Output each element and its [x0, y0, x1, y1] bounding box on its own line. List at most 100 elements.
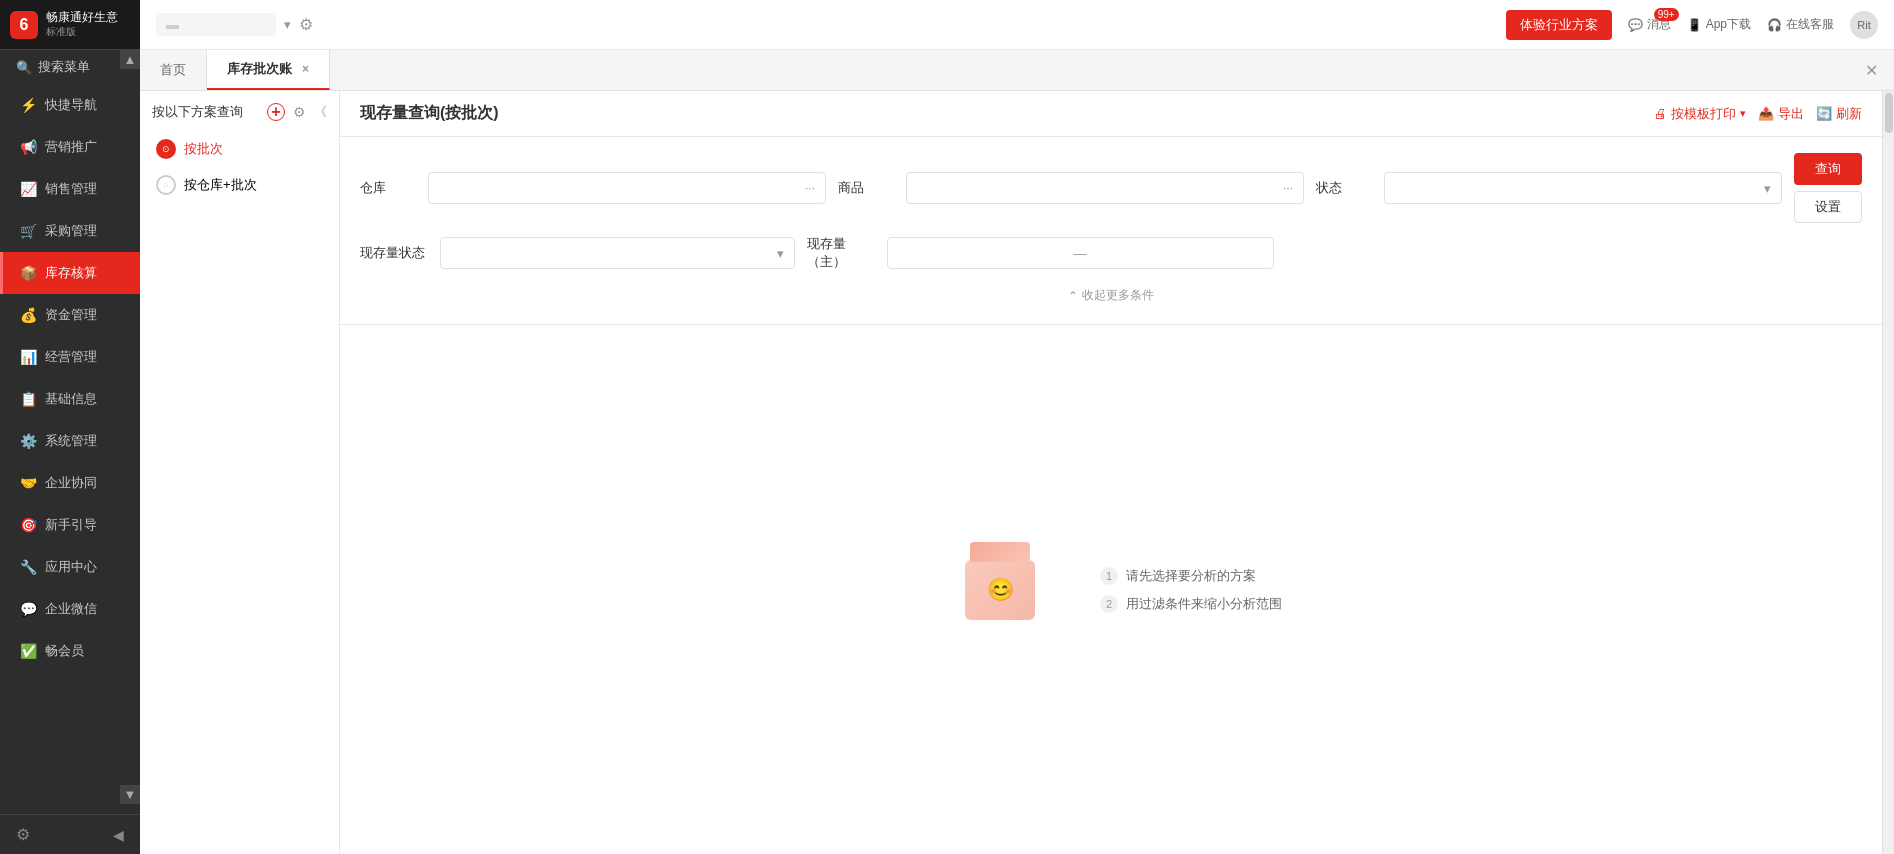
- stock-qty-label: 现存量（主）: [807, 235, 879, 271]
- sidebar-item-quick[interactable]: ⚡ 快捷导航: [0, 84, 140, 126]
- product-input[interactable]: ···: [906, 172, 1304, 204]
- warehouse-field: 仓库 ···: [360, 172, 826, 204]
- scheme-settings-icon[interactable]: ⚙: [293, 104, 306, 120]
- sidebar-item-label: 基础信息: [45, 390, 97, 408]
- scheme-by-warehouse-batch[interactable]: ○ 按仓库+批次: [140, 167, 339, 203]
- sidebar-item-label: 企业微信: [45, 600, 97, 618]
- status-chevron-icon: ▾: [1764, 181, 1771, 196]
- print-icon: 🖨: [1654, 106, 1667, 121]
- tip-1-text: 请先选择要分析的方案: [1126, 567, 1256, 585]
- topbar-gear-icon[interactable]: ⚙: [299, 15, 313, 34]
- tip-1-num: 1: [1100, 567, 1118, 585]
- empty-tip-2: 2 用过滤条件来缩小分析范围: [1100, 595, 1282, 613]
- warehouse-more-icon[interactable]: ···: [805, 181, 815, 195]
- product-field: 商品 ···: [838, 172, 1304, 204]
- sidebar-scroll-up[interactable]: ▲: [120, 50, 140, 69]
- stock-status-select[interactable]: ▾: [440, 237, 795, 269]
- stock-qty-field: 现存量（主） —: [807, 235, 1274, 271]
- stock-qty-to-input[interactable]: [1095, 246, 1263, 261]
- scrollbar-thumb[interactable]: [1885, 93, 1893, 133]
- panel-header-label: 按以下方案查询: [152, 103, 243, 121]
- purchase-icon: 🛒: [19, 222, 37, 240]
- settings-button[interactable]: 设置: [1794, 191, 1862, 223]
- topbar-search[interactable]: ▬: [156, 13, 276, 36]
- page-title-bar: 现存量查询(按批次) 🖨 按模板打印 ▾ 📤 导出 🔄 刷新: [340, 91, 1882, 137]
- collapse-more-btn[interactable]: ⌃ 收起更多条件: [360, 283, 1862, 308]
- topbar-left: ▬ ▾ ⚙: [156, 13, 1494, 36]
- empty-state: 😊 1 请先选择要分析的方案 2 用过滤条件来缩小分析范围: [340, 325, 1882, 854]
- search-icon: 🔍: [16, 60, 32, 75]
- scheme-by-batch[interactable]: ⊙ 按批次: [140, 131, 339, 167]
- page-title: 现存量查询(按批次): [360, 103, 499, 124]
- topbar-dropdown-icon[interactable]: ▾: [284, 17, 291, 32]
- sidebar-item-collab[interactable]: 🤝 企业协同: [0, 462, 140, 504]
- sidebar-item-purchase[interactable]: 🛒 采购管理: [0, 210, 140, 252]
- product-more-icon[interactable]: ···: [1283, 181, 1293, 195]
- panel-collapse-icon[interactable]: 《: [314, 103, 327, 121]
- marketing-icon: 📢: [19, 138, 37, 156]
- sidebar-collapse-icon[interactable]: ◀: [113, 827, 124, 843]
- sidebar-item-label: 搜索菜单: [38, 58, 90, 76]
- query-button[interactable]: 查询: [1794, 153, 1862, 185]
- action-buttons: 查询 设置: [1794, 153, 1862, 223]
- tab-inventory-batch[interactable]: 库存批次账 ×: [207, 50, 330, 90]
- window-close-btn[interactable]: ✕: [1849, 61, 1894, 80]
- main-area: ▬ ▾ ⚙ 体验行业方案 💬 消息 99+ 📱 App下载 🎧 在线客服: [140, 0, 1894, 854]
- online-service-label: 在线客服: [1786, 16, 1834, 33]
- tab-home[interactable]: 首页: [140, 51, 207, 89]
- print-label: 按模板打印: [1671, 105, 1736, 123]
- sidebar-item-system[interactable]: ⚙️ 系统管理: [0, 420, 140, 462]
- topbar-search-input[interactable]: [185, 18, 265, 32]
- empty-tip-1: 1 请先选择要分析的方案: [1100, 567, 1282, 585]
- app-logo: 6: [10, 11, 38, 39]
- home-tab-label: 首页: [160, 61, 186, 79]
- sidebar-item-sales[interactable]: 📈 销售管理: [0, 168, 140, 210]
- refresh-btn[interactable]: 🔄 刷新: [1816, 105, 1862, 123]
- export-label: 导出: [1778, 105, 1804, 123]
- empty-illustration: 😊: [940, 530, 1060, 650]
- sidebar-item-apps[interactable]: 🔧 应用中心: [0, 546, 140, 588]
- system-icon: ⚙️: [19, 432, 37, 450]
- sidebar-item-inventory[interactable]: 📦 库存核算: [0, 252, 140, 294]
- newbie-icon: 🎯: [19, 516, 37, 534]
- collapse-more-label: 收起更多条件: [1082, 287, 1154, 304]
- sidebar-item-operations[interactable]: 📊 经营管理: [0, 336, 140, 378]
- sidebar-item-label: 企业协同: [45, 474, 97, 492]
- sidebar-item-finance[interactable]: 💰 资金管理: [0, 294, 140, 336]
- page-title-actions: 🖨 按模板打印 ▾ 📤 导出 🔄 刷新: [1654, 105, 1862, 123]
- print-btn[interactable]: 🖨 按模板打印 ▾: [1654, 105, 1746, 123]
- sidebar-item-wechat[interactable]: 💬 企业微信: [0, 588, 140, 630]
- sidebar-item-members[interactable]: ✅ 畅会员: [0, 630, 140, 672]
- tab-close-icon[interactable]: ×: [302, 62, 309, 76]
- warehouse-input[interactable]: ···: [428, 172, 826, 204]
- members-icon: ✅: [19, 642, 37, 660]
- stock-qty-from-input[interactable]: [898, 246, 1066, 261]
- stock-status-field: 现存量状态 ▾: [360, 237, 795, 269]
- stock-status-label: 现存量状态: [360, 244, 432, 262]
- app-download-icon: 📱: [1687, 18, 1702, 32]
- online-service-btn[interactable]: 🎧 在线客服: [1767, 16, 1834, 33]
- sidebar-item-basic[interactable]: 📋 基础信息: [0, 378, 140, 420]
- sidebar: 6 畅康通好生意 标准版 ▲ 🔍 搜索菜单 ⚡ 快捷导航 📢 营销推广 📈 销售…: [0, 0, 140, 854]
- main-scrollbar[interactable]: [1882, 91, 1894, 854]
- company-name: 畅康通好生意: [46, 10, 118, 26]
- sidebar-item-newbie[interactable]: 🎯 新手引导: [0, 504, 140, 546]
- sidebar-scroll-down[interactable]: ▼: [120, 785, 140, 804]
- filter-row-1: 仓库 ··· 商品 ··· 状态: [360, 153, 1862, 223]
- scheme-by-batch-label: 按批次: [184, 140, 223, 158]
- status-select[interactable]: ▾: [1384, 172, 1782, 204]
- add-scheme-icon[interactable]: +: [267, 103, 285, 121]
- user-avatar-btn[interactable]: Rit: [1850, 11, 1878, 39]
- filter-area: 仓库 ··· 商品 ··· 状态: [340, 137, 1882, 325]
- operations-icon: 📊: [19, 348, 37, 366]
- panel-header-icons: + ⚙ 《: [267, 103, 327, 121]
- sales-icon: 📈: [19, 180, 37, 198]
- messages-badge: 99+: [1654, 8, 1679, 21]
- export-btn[interactable]: 📤 导出: [1758, 105, 1804, 123]
- sidebar-item-search[interactable]: 🔍 搜索菜单: [0, 50, 140, 84]
- experience-btn[interactable]: 体验行业方案: [1506, 10, 1612, 40]
- sidebar-settings-icon[interactable]: ⚙: [16, 825, 30, 844]
- app-download-btn[interactable]: 📱 App下载: [1687, 16, 1751, 33]
- messages-btn[interactable]: 💬 消息 99+: [1628, 16, 1671, 33]
- sidebar-item-marketing[interactable]: 📢 营销推广: [0, 126, 140, 168]
